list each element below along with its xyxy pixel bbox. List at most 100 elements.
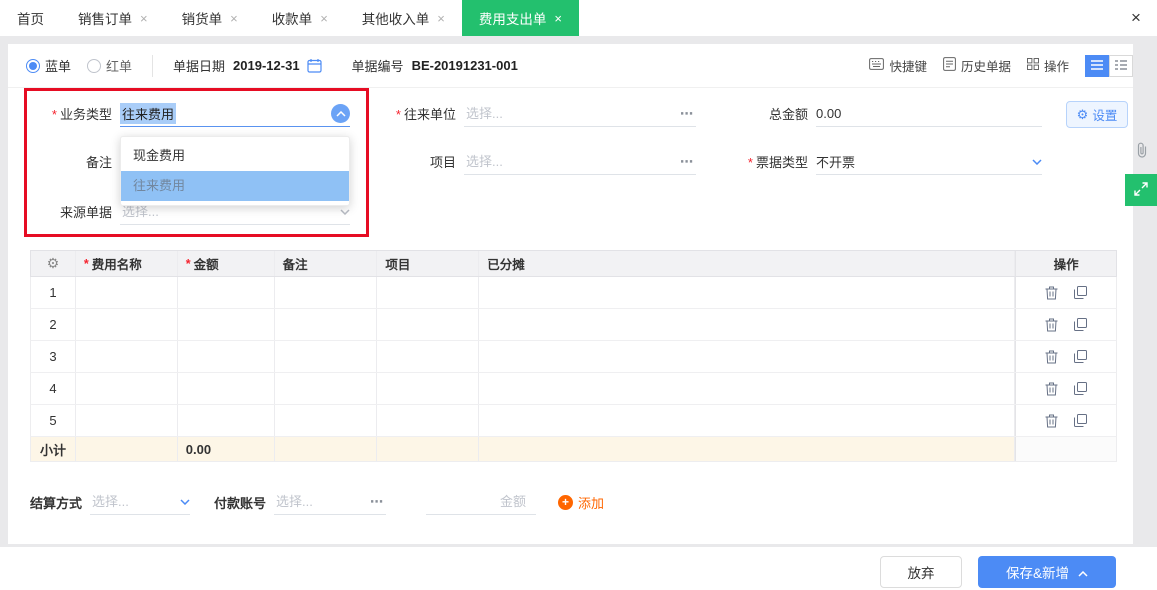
row-number: 2 — [31, 309, 76, 340]
trash-icon[interactable] — [1045, 414, 1058, 428]
operations-button[interactable]: 操作 — [1026, 56, 1069, 75]
header-operations: 操作 — [1015, 251, 1116, 276]
copy-icon[interactable] — [1074, 350, 1088, 363]
settlement-method-field[interactable] — [90, 489, 191, 515]
business-type-field[interactable]: 往来费用 — [120, 101, 350, 127]
tab-other-income[interactable]: 其他收入单 × — [345, 0, 462, 36]
tab-sales-invoice[interactable]: 销货单 × — [165, 0, 255, 36]
fullscreen-expand-button[interactable] — [1125, 174, 1157, 206]
chevron-down-icon[interactable] — [340, 208, 350, 215]
cell-project[interactable] — [377, 277, 480, 308]
tab-sales-order[interactable]: 销售订单 × — [61, 0, 165, 36]
trash-icon[interactable] — [1045, 318, 1058, 332]
payment-amount-input[interactable] — [426, 494, 537, 509]
cell-project[interactable] — [377, 341, 480, 372]
add-payment-button[interactable]: + 添加 — [558, 493, 604, 512]
cell-expense-name[interactable] — [76, 341, 178, 372]
payment-account-input[interactable] — [274, 494, 369, 509]
cell-expense-name[interactable] — [76, 405, 178, 436]
cell-amount[interactable] — [178, 309, 275, 340]
ellipsis-picker-icon[interactable]: ⋯ — [678, 154, 696, 170]
cell-expense-name[interactable] — [76, 277, 178, 308]
trash-icon[interactable] — [1045, 350, 1058, 364]
business-type-value[interactable]: 往来费用 — [120, 103, 177, 124]
cell-operations — [1015, 405, 1116, 436]
cancel-button[interactable]: 放弃 — [880, 556, 962, 588]
cell-project[interactable] — [377, 309, 480, 340]
header-expense-name: * 费用名称 — [76, 251, 178, 276]
list-view-toggle[interactable] — [1085, 54, 1109, 77]
red-doc-radio[interactable]: 红单 — [87, 56, 132, 75]
partner-input[interactable] — [464, 106, 678, 121]
cell-remark[interactable] — [275, 405, 378, 436]
doc-number-value: BE-20191231-001 — [411, 58, 518, 73]
source-doc-input[interactable] — [120, 204, 340, 219]
trash-icon[interactable] — [1045, 382, 1058, 396]
copy-icon[interactable] — [1074, 414, 1088, 427]
history-docs-button[interactable]: 历史单据 — [943, 56, 1011, 75]
gear-icon[interactable]: ⚙ — [47, 255, 60, 272]
cell-remark[interactable] — [275, 373, 378, 404]
subtotal-spacer — [479, 437, 1016, 461]
cell-allocated[interactable] — [479, 309, 1016, 340]
cell-project[interactable] — [377, 373, 480, 404]
cell-allocated[interactable] — [479, 341, 1016, 372]
subtotal-row: 小计 0.00 — [30, 437, 1117, 462]
close-icon[interactable]: × — [320, 12, 328, 25]
detail-view-toggle[interactable] — [1109, 54, 1133, 77]
doc-date-value[interactable]: 2019-12-31 — [233, 58, 300, 73]
collapse-dropdown-icon[interactable] — [331, 104, 350, 123]
attachment-paperclip-icon[interactable] — [1134, 142, 1150, 162]
cell-remark[interactable] — [275, 277, 378, 308]
close-icon[interactable]: × — [230, 12, 238, 25]
invoice-type-field[interactable]: 不开票 — [816, 149, 1042, 175]
cell-expense-name[interactable] — [76, 309, 178, 340]
blue-doc-radio[interactable]: 蓝单 — [26, 56, 71, 75]
chevron-down-icon[interactable] — [1032, 158, 1042, 165]
chevron-down-icon[interactable] — [180, 498, 190, 505]
copy-icon[interactable] — [1074, 382, 1088, 395]
cell-remark[interactable] — [275, 309, 378, 340]
copy-icon[interactable] — [1074, 286, 1088, 299]
cell-allocated[interactable] — [479, 277, 1016, 308]
tab-label: 收款单 — [271, 12, 313, 27]
close-window-icon[interactable]: × — [1115, 0, 1157, 36]
cell-allocated[interactable] — [479, 373, 1016, 404]
project-input[interactable] — [464, 154, 678, 169]
shortcut-keys-button[interactable]: 快捷键 — [869, 56, 927, 75]
table-row: 2 — [30, 309, 1117, 341]
tab-expense-payment[interactable]: 费用支出单 × — [461, 0, 579, 36]
trash-icon[interactable] — [1045, 286, 1058, 300]
payment-amount-field[interactable] — [426, 489, 537, 515]
cell-amount[interactable] — [178, 277, 275, 308]
cell-expense-name[interactable] — [76, 373, 178, 404]
dropdown-option-partner-expense[interactable]: 往来费用 — [121, 171, 349, 201]
close-icon[interactable]: × — [554, 12, 562, 25]
payment-account-field[interactable]: ⋯ — [274, 489, 387, 515]
save-and-new-button[interactable]: 保存&新增 — [978, 556, 1116, 588]
settings-button[interactable]: ⚙ 设置 — [1066, 101, 1128, 128]
cell-amount[interactable] — [178, 373, 275, 404]
cell-remark[interactable] — [275, 341, 378, 372]
invoice-type-label: * 票据类型 — [747, 155, 808, 170]
ellipsis-picker-icon[interactable]: ⋯ — [368, 494, 386, 510]
close-icon[interactable]: × — [140, 12, 148, 25]
cell-allocated[interactable] — [479, 405, 1016, 436]
total-amount-label: 总金额 — [768, 107, 808, 122]
subtotal-spacer — [76, 437, 178, 461]
close-icon[interactable]: × — [437, 12, 445, 25]
copy-icon[interactable] — [1074, 318, 1088, 331]
cell-amount[interactable] — [178, 405, 275, 436]
calendar-icon[interactable] — [306, 58, 322, 73]
settlement-method-input[interactable] — [90, 494, 181, 509]
tab-receipt[interactable]: 收款单 × — [255, 0, 345, 36]
dropdown-option-cash-expense[interactable]: 现金费用 — [121, 141, 349, 171]
radio-label: 红单 — [106, 59, 133, 74]
column-settings-cell[interactable]: ⚙ — [31, 251, 76, 276]
tab-home[interactable]: 首页 — [0, 0, 61, 36]
ellipsis-picker-icon[interactable]: ⋯ — [678, 106, 696, 122]
cell-amount[interactable] — [178, 341, 275, 372]
caret-up-icon — [1078, 565, 1088, 580]
cell-project[interactable] — [377, 405, 480, 436]
cell-operations — [1015, 341, 1116, 372]
